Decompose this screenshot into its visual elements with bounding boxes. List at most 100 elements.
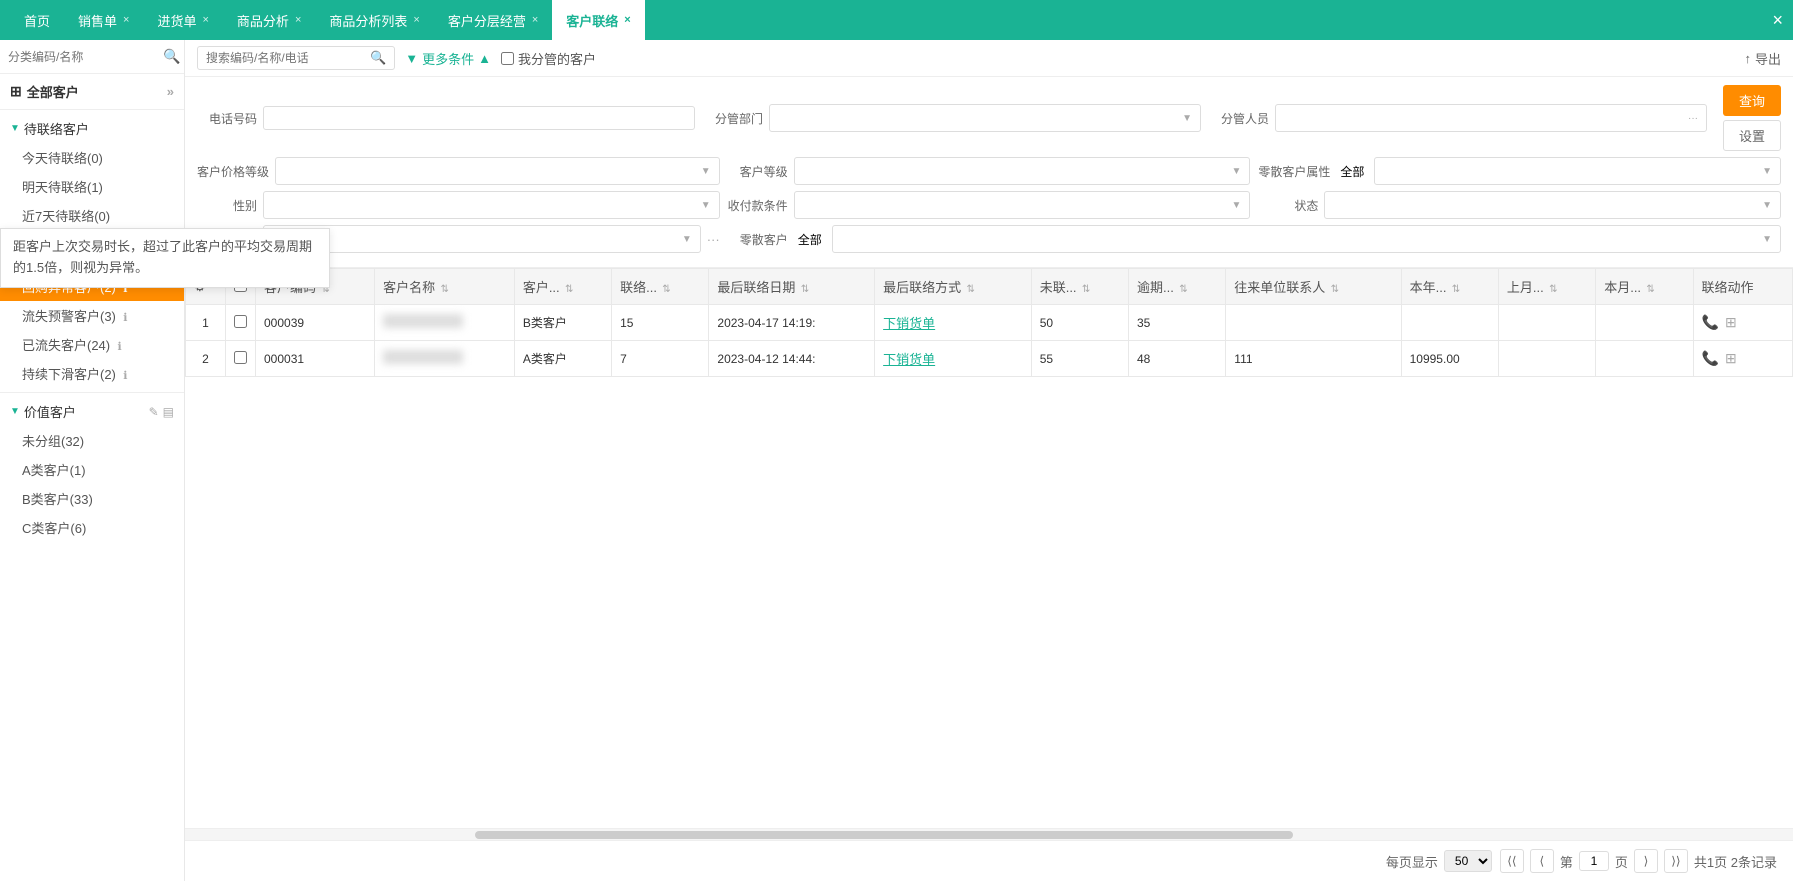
row-1-name [375,305,515,341]
nav-tab-product-list[interactable]: 商品分析列表 × [315,0,433,40]
row-2-unpaid: 55 [1031,341,1128,377]
nav-tab-product-analysis[interactable]: 商品分析 × [223,0,315,40]
sidebar-item-a-class[interactable]: A类客户(1) [0,455,184,484]
value-section-header[interactable]: ▼ 价值客户 ✎ ▤ [0,397,184,426]
info-icon-declining: ℹ [123,370,127,382]
sidebar-item-declining[interactable]: 持续下滑客户(2) ℹ [0,359,184,388]
filter-more-dots[interactable]: ··· [707,232,720,247]
phone-input[interactable] [263,106,695,130]
retail-attr-select[interactable]: ▼ [1374,157,1781,185]
type-sort-icon[interactable]: ⇅ [565,284,573,295]
customer-tier-tab-close[interactable]: × [532,14,538,26]
nav-tab-sales[interactable]: 销售单 × [64,0,143,40]
tooltip-box: 距客户上次交易时长，超过了此客户的平均交易周期的1.5倍，则视为异常。 [0,228,185,288]
sidebar-collapse-icon[interactable]: » [167,84,174,99]
close-window-button[interactable]: × [1772,10,1783,31]
per-page-select[interactable]: 50 [1444,850,1492,872]
per-page-label: 每页显示 [1386,852,1438,871]
payment-select[interactable]: ▼ [794,191,1251,219]
filter-row-2: 客户价格等级 ▼ 客户等级 ▼ 零散客户属性 全部 [197,157,1781,185]
gender-select[interactable]: ▼ [263,191,720,219]
manager-select[interactable]: ··· [1275,104,1707,132]
filter-cell-dept: 分管部门 ▼ [703,104,1201,132]
filter-cell-customer-grade: 客户等级 ▼ [728,157,1251,185]
product-analysis-tab-close[interactable]: × [295,14,301,26]
edit-icon2[interactable]: ▤ [163,405,174,419]
thismonth-sort-icon[interactable]: ⇅ [1646,284,1654,295]
last-method-sort-icon[interactable]: ⇅ [966,284,974,295]
retail-select[interactable]: ▼ [832,225,1781,253]
sidebar-divider-2 [0,392,184,393]
sidebar-item-ungrouped[interactable]: 未分组(32) [0,426,184,455]
edit-icon[interactable]: ✎ [149,405,159,419]
row-1-last-method: 下销货单 [875,305,1032,341]
sidebar-item-b-class[interactable]: B类客户(33) [0,484,184,513]
row-1-method-link[interactable]: 下销货单 [883,316,935,331]
product-list-tab-close[interactable]: × [413,14,419,26]
page-number-input[interactable] [1579,851,1609,871]
name-sort-icon[interactable]: ⇅ [441,284,449,295]
table-row: 1 000039 B类客户 15 2023-04-17 14:19: 下销货单 … [186,305,1793,341]
nav-tab-home[interactable]: 首页 [10,0,64,40]
scroll-thumb[interactable] [475,831,1293,839]
row-1-link-icon[interactable]: ⊞ [1725,314,1737,331]
price-grade-label: 客户价格等级 [197,163,269,180]
purchase-tab-close[interactable]: × [202,14,208,26]
export-button[interactable]: ↑ 导出 [1744,49,1781,68]
row-1-checkbox[interactable] [234,315,247,328]
customer-contact-tab-close[interactable]: × [624,14,630,26]
sidebar-item-churned[interactable]: 已流失客户(24) ℹ [0,330,184,359]
sidebar-item-tomorrow[interactable]: 明天待联络(1) [0,172,184,201]
dept-select[interactable]: ▼ [769,104,1201,132]
year-sort-icon[interactable]: ⇅ [1452,284,1460,295]
row-2-method-link[interactable]: 下销货单 [883,352,935,367]
advanced-filter: 电话号码 分管部门 ▼ 分管人员 ··· [185,77,1793,268]
col-contact-person-header: 往来单位联系人 ⇅ [1226,269,1401,305]
sales-tab-close[interactable]: × [123,14,129,26]
status-select[interactable]: ▼ [1324,191,1781,219]
filter-cell-retail: 零散客户 全部 ▼ [728,225,1781,253]
row-1-phone-icon[interactable]: 📞 [1702,314,1719,331]
row-2-phone-icon[interactable]: 📞 [1702,350,1719,367]
nav-tab-customer-tier[interactable]: 客户分层经营 × [434,0,552,40]
phone-label: 电话号码 [197,110,257,127]
sidebar-item-churn-warning[interactable]: 流失预警客户(3) ℹ [0,301,184,330]
retail-label: 零散客户 [728,231,788,248]
page-first-button[interactable]: ⟨⟨ [1500,849,1524,873]
product-list-tab-label: 商品分析列表 [329,11,407,30]
sidebar-item-today[interactable]: 今天待联络(0) [0,143,184,172]
query-button[interactable]: 查询 [1723,85,1781,116]
page-prev-button[interactable]: ⟨ [1530,849,1554,873]
row-2-code: 000031 [256,341,375,377]
page-last-button[interactable]: ⟩⟩ [1664,849,1688,873]
settings-button[interactable]: 设置 [1723,120,1781,151]
contact-person-sort-icon[interactable]: ⇅ [1331,284,1339,295]
unpaid-sort-icon[interactable]: ⇅ [1082,284,1090,295]
my-customers-filter[interactable]: 我分管的客户 [501,49,596,68]
last-date-sort-icon[interactable]: ⇅ [801,284,809,295]
customer-grade-select[interactable]: ▼ [794,157,1251,185]
price-grade-select[interactable]: ▼ [275,157,720,185]
contact-count-sort-icon[interactable]: ⇅ [662,284,670,295]
more-conditions-button[interactable]: ▼ 更多条件 ▲ [405,49,491,68]
nav-tab-customer-contact[interactable]: 客户联络 × [552,0,644,40]
row-1-year [1401,305,1498,341]
my-customers-checkbox[interactable] [501,52,514,65]
main-search-input[interactable] [206,51,366,65]
page-next-button[interactable]: ⟩ [1634,849,1658,873]
sidebar-all-customers-header[interactable]: ⊞ 全部客户 » [0,74,184,110]
pending-section-title[interactable]: ▼ 待联络客户 [0,114,184,143]
nav-tab-purchase[interactable]: 进货单 × [143,0,222,40]
tooltip-text: 距客户上次交易时长，超过了此客户的平均交易周期的1.5倍，则视为异常。 [13,239,185,275]
row-2-link-icon[interactable]: ⊞ [1725,350,1737,367]
filter-bar: 🔍 ▼ 更多条件 ▲ 我分管的客户 ↑ 导出 [185,40,1793,77]
row-2-checkbox[interactable] [234,351,247,364]
sidebar-item-7days[interactable]: 近7天待联络(0) [0,201,184,230]
table-header-row: ⚙ 客户编码 ⇅ 客户名称 ⇅ [186,269,1793,305]
sidebar-search-input[interactable] [8,50,163,64]
overdue-sort-icon[interactable]: ⇅ [1179,284,1187,295]
lastmonth-sort-icon[interactable]: ⇅ [1549,284,1557,295]
dept-label: 分管部门 [703,110,763,127]
horizontal-scrollbar[interactable] [185,828,1793,840]
sidebar-item-c-class[interactable]: C类客户(6) [0,513,184,542]
